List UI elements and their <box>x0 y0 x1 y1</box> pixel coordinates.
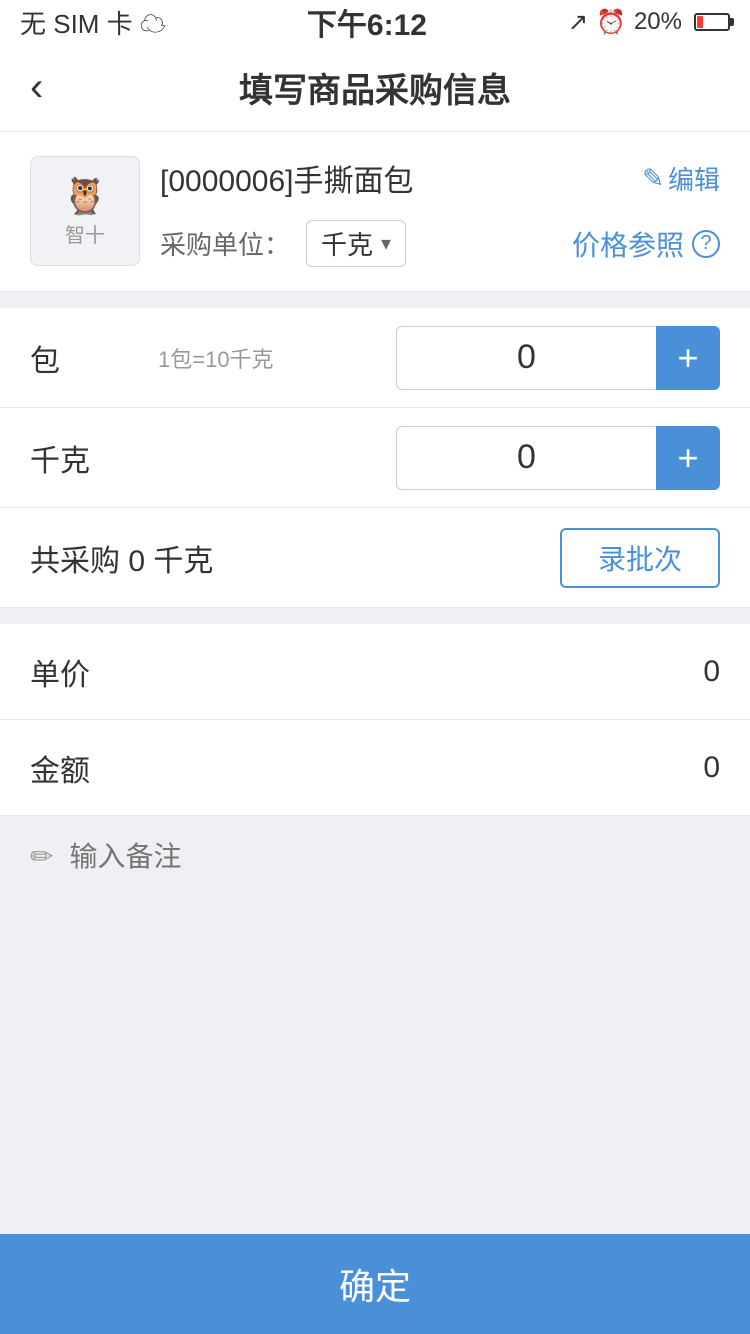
status-right: ↗ ⏰ 20% <box>568 8 730 37</box>
pencil-icon: ✏ <box>30 840 53 873</box>
status-time: 下午6:12 <box>307 0 427 44</box>
back-button[interactable]: ‹ <box>30 65 43 110</box>
location-icon: ↗ <box>568 8 588 37</box>
price-section: 单价 0 金额 0 <box>0 624 750 816</box>
product-name: [0000006]手撕面包 <box>160 156 413 200</box>
help-icon: ? <box>692 230 720 258</box>
bao-sublabel: 1包=10千克 <box>158 342 274 374</box>
unit-price-row: 单价 0 <box>0 624 750 720</box>
product-info: [0000006]手撕面包 ✎ 编辑 采购单位： 千克 ▾ 价格参照 ? <box>160 156 720 267</box>
price-ref-label: 价格参照 <box>572 224 684 264</box>
bao-input-row: 包 1包=10千克 + <box>0 308 750 408</box>
kg-input-row: 千克 + <box>0 408 750 508</box>
price-reference-button[interactable]: 价格参照 ? <box>572 224 720 264</box>
kg-input-section: 千克 + <box>0 408 750 508</box>
amount-row: 金额 0 <box>0 720 750 816</box>
kg-label: 千克 <box>30 436 150 480</box>
record-batch-button[interactable]: 录批次 <box>560 528 720 588</box>
unit-price-value: 0 <box>703 655 720 689</box>
brand-label: 智十 <box>65 219 105 248</box>
battery-icon <box>690 13 730 31</box>
unit-price-label: 单价 <box>30 650 90 694</box>
bao-quantity-input[interactable] <box>396 326 656 390</box>
unit-label: 采购单位： <box>160 225 290 262</box>
unit-select[interactable]: 千克 ▾ <box>306 220 406 267</box>
section-divider-2 <box>0 608 750 624</box>
total-label: 共采购 0 千克 <box>30 536 213 580</box>
content-spacer <box>0 897 750 1269</box>
product-image: 🦉 智十 <box>30 156 140 266</box>
bao-plus-button[interactable]: + <box>656 326 720 390</box>
page-title: 填写商品采购信息 <box>239 63 511 112</box>
product-thumbnail-icon: 🦉 <box>63 175 108 217</box>
amount-value: 0 <box>703 751 720 785</box>
kg-input-right: + <box>396 426 720 490</box>
product-card: 🦉 智十 [0000006]手撕面包 ✎ 编辑 采购单位： 千克 ▾ 价格参照 … <box>0 132 750 292</box>
status-network: 无 SIM 卡 ☁ <box>20 4 166 41</box>
section-divider-1 <box>0 292 750 308</box>
remark-input[interactable] <box>69 841 720 873</box>
alarm-icon: ⏰ <box>596 8 626 37</box>
remark-section: ✏ <box>0 816 750 897</box>
amount-label: 金额 <box>30 746 90 790</box>
nav-bar: ‹ 填写商品采购信息 <box>0 44 750 132</box>
bao-label: 包 <box>30 336 150 380</box>
edit-button[interactable]: ✎ 编辑 <box>642 160 720 197</box>
kg-quantity-input[interactable] <box>396 426 656 490</box>
edit-icon: ✎ <box>642 163 664 194</box>
battery-percent: 20% <box>634 8 682 36</box>
chevron-down-icon: ▾ <box>381 231 391 256</box>
bao-input-section: 包 1包=10千克 + <box>0 308 750 408</box>
unit-value: 千克 <box>321 225 373 262</box>
bao-input-right: + <box>396 326 720 390</box>
kg-plus-button[interactable]: + <box>656 426 720 490</box>
status-bar: 无 SIM 卡 ☁ 下午6:12 ↗ ⏰ 20% <box>0 0 750 44</box>
total-row: 共采购 0 千克 录批次 <box>0 508 750 608</box>
confirm-button[interactable]: 确定 <box>0 1234 750 1334</box>
